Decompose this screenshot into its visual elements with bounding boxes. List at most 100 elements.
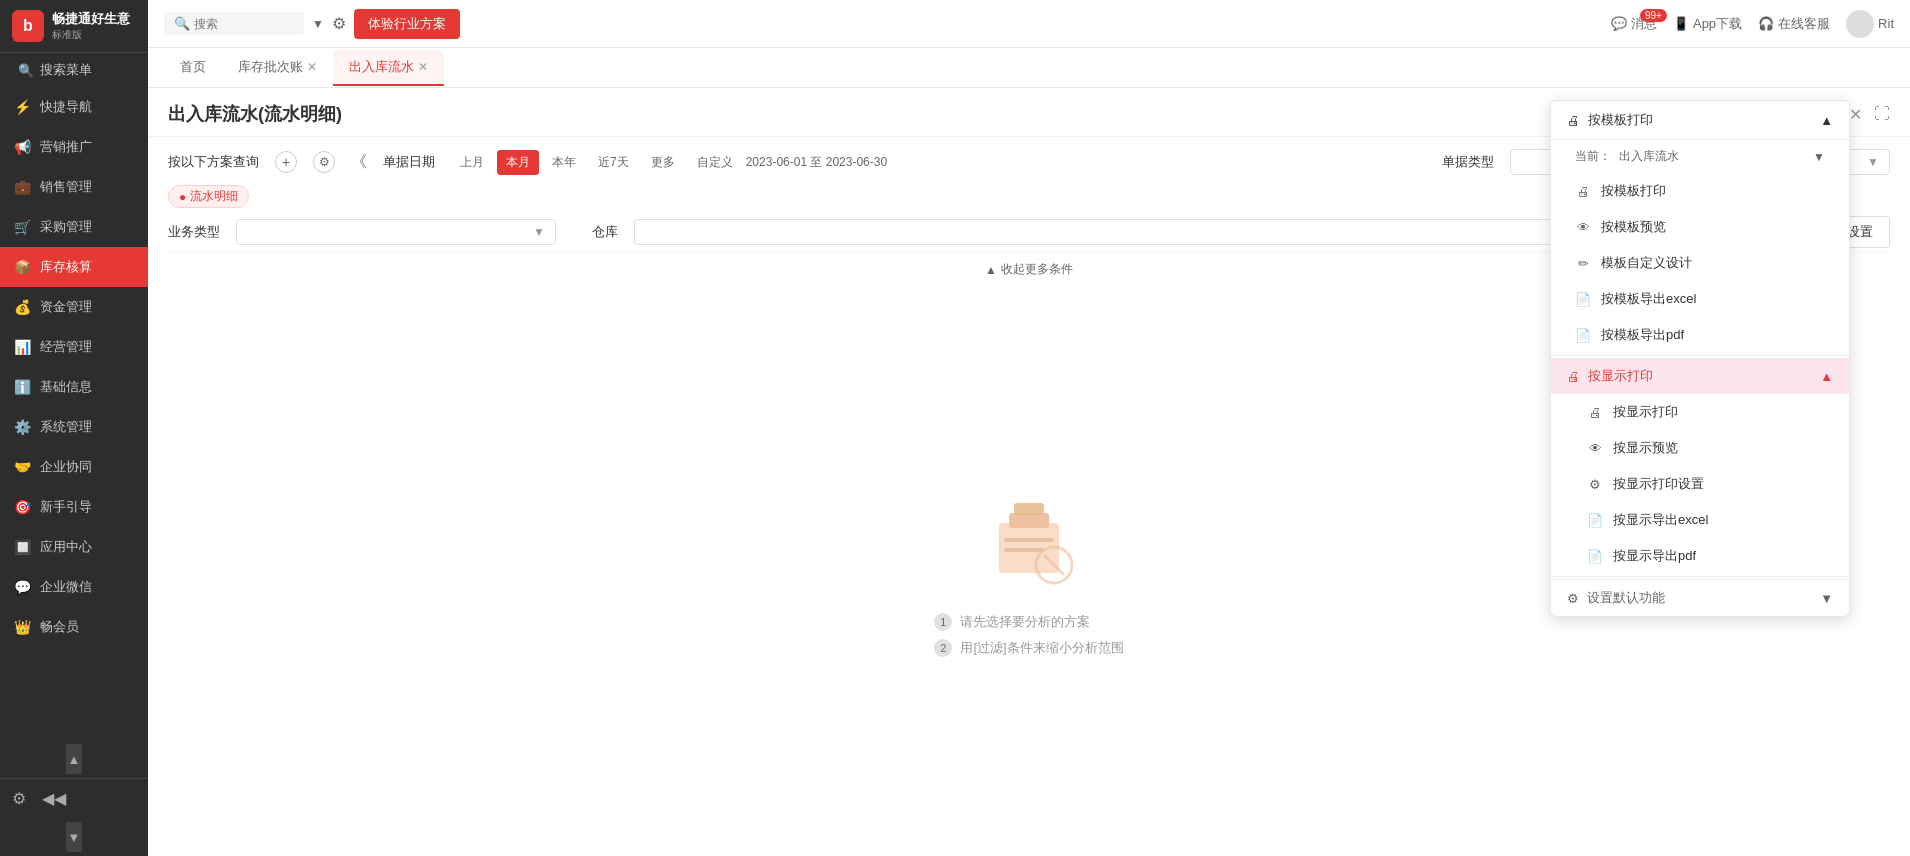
biz-type-select[interactable]: ▼ — [236, 219, 556, 245]
template-print-header-icon: 🖨 — [1567, 113, 1580, 128]
date-last7days[interactable]: 近7天 — [589, 150, 638, 175]
date-current-month[interactable]: 本月 — [497, 150, 539, 175]
online-service-label: 在线客服 — [1778, 15, 1830, 33]
tab-flow-close[interactable]: ✕ — [418, 60, 428, 74]
doc-type-chevron: ▼ — [1867, 155, 1879, 169]
display-print-settings-label: 按显示打印设置 — [1613, 475, 1704, 493]
current-template-indicator: 当前： 出入库流水 ▼ — [1551, 140, 1849, 173]
step-1-text: 请先选择要分析的方案 — [960, 609, 1090, 635]
template-export-excel-icon: 📄 — [1575, 291, 1591, 307]
guide-icon: 🎯 — [12, 497, 32, 517]
template-export-excel-label: 按模板导出excel — [1601, 290, 1696, 308]
display-preview-item[interactable]: 👁 按显示预览 — [1551, 430, 1849, 466]
topbar-search-input[interactable] — [194, 17, 294, 31]
filter-tag-label: 流水明细 — [190, 188, 238, 205]
tab-batch-accounts[interactable]: 库存批次账 ✕ — [222, 50, 333, 86]
topbar-right: 💬 消息 99+ 📱 App下载 🎧 在线客服 Rit — [1611, 10, 1894, 38]
tab-batch-accounts-label: 库存批次账 — [238, 58, 303, 76]
industry-btn[interactable]: 体验行业方案 — [354, 9, 460, 39]
filter-add-btn[interactable]: + — [275, 151, 297, 173]
current-template-name: 出入库流水 — [1619, 148, 1679, 165]
tab-home[interactable]: 首页 — [164, 50, 222, 86]
template-custom-label: 模板自定义设计 — [1601, 254, 1692, 272]
system-icon: ⚙️ — [12, 417, 32, 437]
display-print-item[interactable]: 🖨 按显示打印 — [1551, 394, 1849, 430]
purchase-icon: 🛒 — [12, 217, 32, 237]
template-export-pdf-icon: 📄 — [1575, 327, 1591, 343]
wechat-icon: 💬 — [12, 577, 32, 597]
filter-collapse-btn[interactable]: 《 — [351, 152, 367, 173]
svg-rect-2 — [1014, 503, 1044, 515]
online-service-btn[interactable]: 🎧 在线客服 — [1758, 15, 1830, 33]
sidebar-search[interactable]: 🔍 搜索菜单 — [0, 53, 148, 87]
user-avatar-area[interactable]: Rit — [1846, 10, 1894, 38]
inventory-icon: 📦 — [12, 257, 32, 277]
display-print-settings-item[interactable]: ⚙ 按显示打印设置 — [1551, 466, 1849, 502]
sidebar-item-basic-info[interactable]: ℹ️ 基础信息 — [0, 367, 148, 407]
tab-batch-accounts-close[interactable]: ✕ — [307, 60, 317, 74]
sidebar-item-wechat[interactable]: 💬 企业微信 — [0, 567, 148, 607]
sidebar-item-cooperation[interactable]: 🤝 企业协同 — [0, 447, 148, 487]
topbar-dropdown-icon[interactable]: ▼ — [312, 17, 324, 31]
page-close-btn[interactable]: ✕ — [1849, 105, 1862, 124]
template-preview-item[interactable]: 👁 按模板预览 — [1551, 209, 1849, 245]
app-download-label: App下载 — [1693, 15, 1742, 33]
display-export-pdf-icon: 📄 — [1587, 548, 1603, 564]
empty-steps-list: 1 请先选择要分析的方案 2 用[过滤]条件来缩小分析范围 — [934, 609, 1123, 661]
headset-icon: 🎧 — [1758, 16, 1774, 31]
sidebar-item-guide[interactable]: 🎯 新手引导 — [0, 487, 148, 527]
biz-type-label: 业务类型 — [168, 223, 220, 241]
sidebar-item-quick-nav[interactable]: ⚡ 快捷导航 — [0, 87, 148, 127]
template-custom-item[interactable]: ✏ 模板自定义设计 — [1551, 245, 1849, 281]
date-custom[interactable]: 自定义 — [688, 150, 742, 175]
display-export-excel-item[interactable]: 📄 按显示导出excel — [1551, 502, 1849, 538]
topbar-search-container[interactable]: 🔍 — [164, 12, 304, 35]
template-print-header-chevron: ▲ — [1820, 113, 1833, 128]
filter-tag-item[interactable]: ● 流水明细 — [168, 185, 249, 208]
display-export-pdf-item[interactable]: 📄 按显示导出pdf — [1551, 538, 1849, 574]
page-expand-btn[interactable]: ⛶ — [1874, 105, 1890, 123]
topbar-settings-icon[interactable]: ⚙ — [332, 14, 346, 33]
tab-flow[interactable]: 出入库流水 ✕ — [333, 50, 444, 86]
app-edition: 标准版 — [52, 28, 130, 41]
template-print-header[interactable]: 🖨 按模板打印 ▲ — [1551, 101, 1849, 140]
dropdown-footer[interactable]: ⚙ 设置默认功能 ▼ — [1551, 579, 1849, 616]
app-download-btn[interactable]: 📱 App下载 — [1673, 15, 1742, 33]
marketing-icon: 📢 — [12, 137, 32, 157]
filter-scheme-label: 按以下方案查询 — [168, 153, 259, 171]
template-export-pdf-label: 按模板导出pdf — [1601, 326, 1684, 344]
footer-label: 设置默认功能 — [1587, 589, 1665, 607]
template-export-pdf-item[interactable]: 📄 按模板导出pdf — [1551, 317, 1849, 353]
notification-badge: 99+ — [1640, 9, 1667, 22]
date-current-year[interactable]: 本年 — [543, 150, 585, 175]
sidebar-item-inventory[interactable]: 📦 库存核算 — [0, 247, 148, 287]
sidebar-item-marketing[interactable]: 📢 营销推广 — [0, 127, 148, 167]
cooperation-icon: 🤝 — [12, 457, 32, 477]
sidebar-item-purchase[interactable]: 🛒 采购管理 — [0, 207, 148, 247]
date-prev-month[interactable]: 上月 — [451, 150, 493, 175]
template-export-excel-item[interactable]: 📄 按模板导出excel — [1551, 281, 1849, 317]
sidebar-item-operations[interactable]: 📊 经营管理 — [0, 327, 148, 367]
sidebar-item-finance[interactable]: 💰 资金管理 — [0, 287, 148, 327]
filter-tag-icon: ● — [179, 190, 186, 204]
topbar-left: 🔍 ▼ ⚙ 体验行业方案 — [164, 9, 460, 39]
sidebar-scroll-down[interactable]: ▼ — [66, 822, 82, 852]
date-more[interactable]: 更多 — [642, 150, 684, 175]
sidebar-scroll-up[interactable]: ▲ — [66, 744, 82, 774]
sidebar-item-app-center[interactable]: 🔲 应用中心 — [0, 527, 148, 567]
date-range-text: 2023-06-01 至 2023-06-30 — [746, 154, 887, 171]
display-print-settings-icon: ⚙ — [1587, 476, 1603, 492]
template-print-item[interactable]: 🖨 按模板打印 — [1551, 173, 1849, 209]
empty-step-2: 2 用[过滤]条件来缩小分析范围 — [934, 635, 1123, 661]
app-logo: b 畅捷通好生意 标准版 — [0, 0, 148, 53]
collapse-sidebar-icon[interactable]: ◀◀ — [42, 789, 66, 808]
notifications-btn[interactable]: 💬 消息 99+ — [1611, 15, 1657, 33]
sidebar-item-vip[interactable]: 👑 畅会员 — [0, 607, 148, 647]
collapse-up-icon: ▲ — [985, 263, 997, 277]
filter-settings-btn[interactable]: ⚙ — [313, 151, 335, 173]
collapse-label: 收起更多条件 — [1001, 261, 1073, 278]
display-print-header[interactable]: 🖨 按显示打印 ▲ — [1551, 358, 1849, 394]
sidebar-item-sales[interactable]: 💼 销售管理 — [0, 167, 148, 207]
settings-icon[interactable]: ⚙ — [12, 789, 26, 808]
sidebar-item-system[interactable]: ⚙️ 系统管理 — [0, 407, 148, 447]
